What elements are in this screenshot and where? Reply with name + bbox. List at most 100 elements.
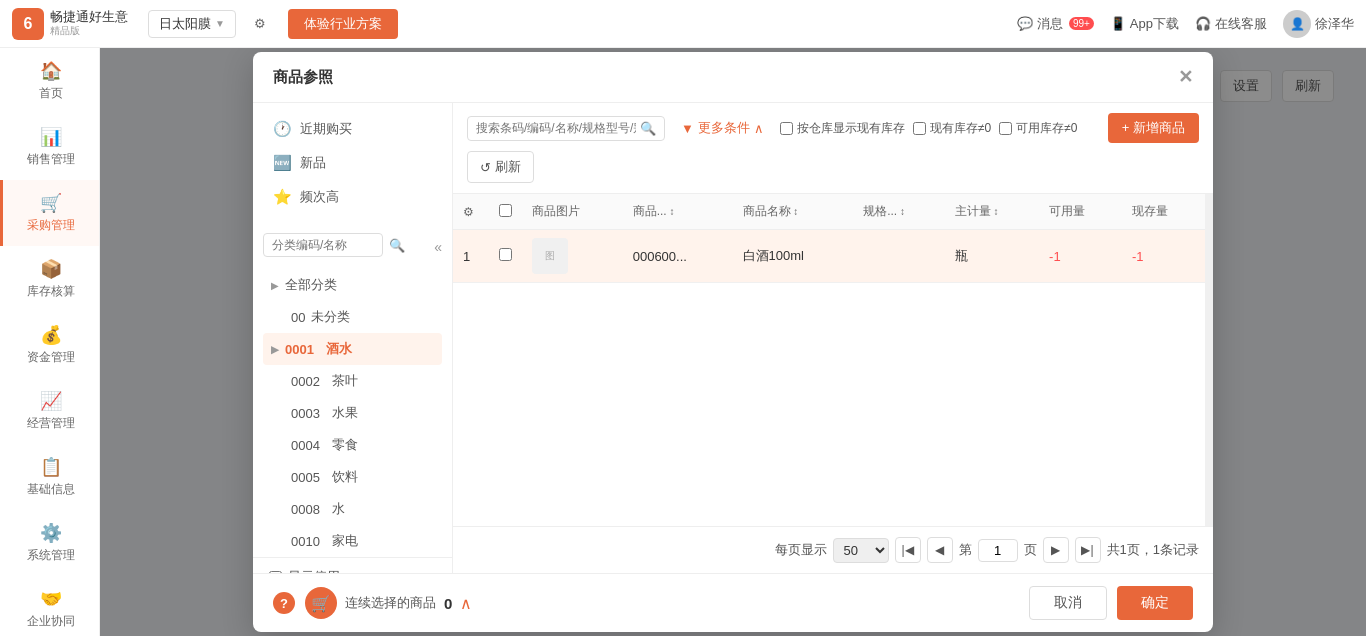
category-liquor[interactable]: ▶ 0001 酒水 [263, 333, 442, 365]
page-input[interactable] [978, 539, 1018, 562]
refresh-button[interactable]: ↺ 刷新 [467, 151, 534, 183]
cell-name: 白酒100ml [733, 230, 854, 283]
select-all-checkbox[interactable] [499, 204, 512, 217]
app-download-nav-item[interactable]: 📱 App下载 [1110, 15, 1179, 33]
enterprise-icon: 🤝 [40, 588, 62, 610]
message-badge: 99+ [1069, 17, 1094, 30]
more-filter-button[interactable]: ▼ 更多条件 ∧ [673, 115, 772, 141]
purchase-icon: 🛒 [40, 192, 62, 214]
search-input[interactable] [476, 121, 636, 135]
chevron-up-icon: ∧ [754, 121, 764, 136]
cell-code: 000600... [623, 230, 733, 283]
trial-button[interactable]: 体验行业方案 [288, 9, 398, 39]
settings-icon[interactable]: ⚙ [244, 8, 276, 40]
nav-selector[interactable]: 日太阳膜 ▼ [148, 10, 236, 38]
sidebar-item-sales[interactable]: 📊 销售管理 [0, 114, 99, 180]
sidebar-item-inventory[interactable]: 📦 库存核算 [0, 246, 99, 312]
col-code[interactable]: 商品... [623, 194, 733, 230]
category-fruit[interactable]: 0003 水果 [263, 397, 442, 429]
message-nav-item[interactable]: 💬 消息 99+ [1017, 15, 1094, 33]
first-page-button[interactable]: |◀ [895, 537, 921, 563]
cell-image: 图 [522, 230, 623, 283]
dialog-title: 商品参照 [273, 68, 333, 87]
search-icon[interactable]: 🔍 [640, 121, 656, 136]
page-size-select[interactable]: 50 100 200 [833, 538, 889, 563]
table-row[interactable]: 1 图 000600... 白 [453, 230, 1205, 283]
sidebar-item-enterprise[interactable]: 🤝 企业协同 [0, 576, 99, 636]
current-stock-checkbox-label[interactable]: 现有库存≠0 [913, 120, 991, 137]
warehouse-stock-checkbox-label[interactable]: 按仓库显示现有库存 [780, 120, 905, 137]
sidebar-item-purchase[interactable]: 🛒 采购管理 [0, 180, 99, 246]
dialog-body: 🕐 近期购买 🆕 新品 ⭐ 频次高 [253, 103, 1213, 573]
last-page-button[interactable]: ▶| [1075, 537, 1101, 563]
message-icon: 💬 [1017, 16, 1033, 31]
close-icon[interactable]: ✕ [1178, 66, 1193, 88]
sidebar-label: 经营管理 [27, 415, 75, 432]
page-size-label: 每页显示 [775, 541, 827, 559]
col-name[interactable]: 商品名称 [733, 194, 854, 230]
warehouse-stock-checkbox[interactable] [780, 122, 793, 135]
table-wrap: ⚙ 商品图片 商品... 商品名称 规格... 主计量 可用量 [453, 194, 1213, 526]
sidebar-label: 企业协同 [27, 613, 75, 630]
quick-filters: 🕐 近期购买 🆕 新品 ⭐ 频次高 [253, 113, 452, 213]
add-product-button[interactable]: + 新增商品 [1108, 113, 1199, 143]
show-disabled-toggle[interactable]: 显示停用 [253, 557, 452, 573]
category-tea[interactable]: 0002 茶叶 [263, 365, 442, 397]
cancel-button[interactable]: 取消 [1029, 586, 1107, 620]
category-water[interactable]: 0008 水 [263, 493, 442, 525]
cell-checkbox [489, 230, 522, 283]
category-uncategorized[interactable]: 00 未分类 [263, 301, 442, 333]
basic-info-icon: 📋 [40, 456, 62, 478]
new-product-item[interactable]: 🆕 新品 [263, 147, 442, 179]
col-available: 可用量 [1039, 194, 1122, 230]
col-spec[interactable]: 规格... [853, 194, 945, 230]
search-box: 🔍 [467, 116, 665, 141]
sidebar-item-basic-info[interactable]: 📋 基础信息 [0, 444, 99, 510]
expand-icon: ▶ [271, 280, 279, 291]
top-nav: 6 畅捷通好生意 精品版 日太阳膜 ▼ ⚙ 体验行业方案 💬 消息 99+ 📱 … [0, 0, 1366, 48]
col-unit[interactable]: 主计量 [945, 194, 1039, 230]
available-stock-checkbox-label[interactable]: 可用库存≠0 [999, 120, 1077, 137]
col-settings[interactable]: ⚙ [453, 194, 489, 230]
system-icon: ⚙️ [40, 522, 62, 544]
finance-icon: 💰 [40, 324, 62, 346]
next-page-button[interactable]: ▶ [1043, 537, 1069, 563]
headset-icon: 🎧 [1195, 16, 1211, 31]
logo-area: 6 畅捷通好生意 精品版 [12, 8, 128, 40]
cell-spec [853, 230, 945, 283]
sidebar-item-finance[interactable]: 💰 资金管理 [0, 312, 99, 378]
category-all[interactable]: ▶ 全部分类 [263, 269, 442, 301]
collapse-icon[interactable]: ∧ [460, 594, 472, 613]
mobile-icon: 📱 [1110, 16, 1126, 31]
cart-count: 0 [444, 595, 452, 612]
clock-icon: 🕐 [273, 120, 292, 138]
search-icon[interactable]: 🔍 [389, 238, 405, 253]
sidebar-item-system[interactable]: ⚙️ 系统管理 [0, 510, 99, 576]
sidebar-label: 采购管理 [27, 217, 75, 234]
collapse-panel-icon[interactable]: « [434, 239, 442, 255]
high-frequency-item[interactable]: ⭐ 频次高 [263, 181, 442, 213]
cart-label: 连续选择的商品 [345, 594, 436, 612]
sidebar-label: 销售管理 [27, 151, 75, 168]
current-stock-checkbox[interactable] [913, 122, 926, 135]
row-checkbox[interactable] [499, 248, 512, 261]
sidebar-item-operations[interactable]: 📈 经营管理 [0, 378, 99, 444]
category-appliance[interactable]: 0010 家电 [263, 525, 442, 557]
category-snacks[interactable]: 0004 零食 [263, 429, 442, 461]
user-nav-item[interactable]: 👤 徐泽华 [1283, 10, 1354, 38]
available-stock-checkbox[interactable] [999, 122, 1012, 135]
page-label: 第 [959, 541, 972, 559]
help-icon[interactable]: ? [273, 592, 295, 614]
cell-available: -1 [1039, 230, 1122, 283]
recent-purchase-item[interactable]: 🕐 近期购买 [263, 113, 442, 145]
dialog-footer: ? 🛒 连续选择的商品 0 ∧ 取消 确定 [253, 573, 1213, 632]
sidebar-item-home[interactable]: 🏠 首页 [0, 48, 99, 114]
confirm-button[interactable]: 确定 [1117, 586, 1193, 620]
service-nav-item[interactable]: 🎧 在线客服 [1195, 15, 1267, 33]
modal-overlay: 商品参照 ✕ 🕐 近期购买 🆕 [100, 48, 1366, 636]
category-drinks[interactable]: 0005 饮料 [263, 461, 442, 493]
cart-icon[interactable]: 🛒 [305, 587, 337, 619]
scrollbar[interactable] [1205, 194, 1213, 526]
prev-page-button[interactable]: ◀ [927, 537, 953, 563]
category-search-input[interactable] [263, 233, 383, 257]
